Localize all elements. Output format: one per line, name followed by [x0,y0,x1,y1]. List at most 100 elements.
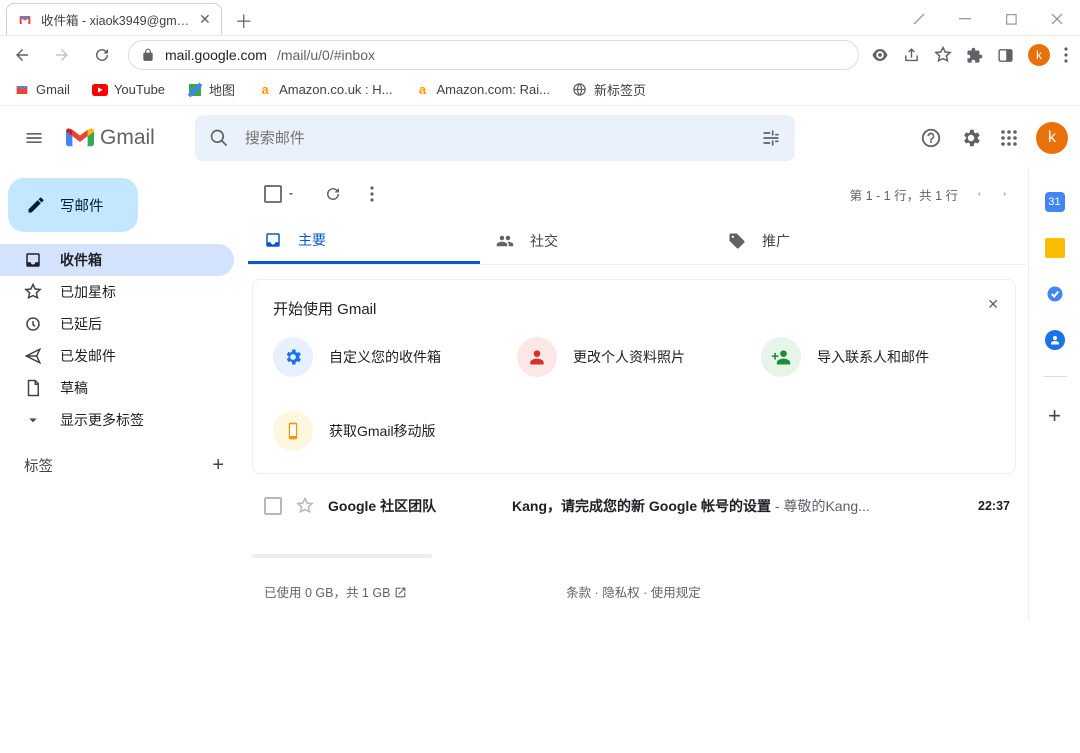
calendar-icon[interactable]: 31 [1045,192,1065,212]
add-label-button[interactable]: + [212,454,224,477]
footer: 已使用 0 GB，共 1 GB 条款 · 隐私权 · 使用规定 [248,562,1026,621]
nav-inbox[interactable]: 收件箱 [0,244,234,276]
bookmark-youtube[interactable]: YouTube [92,82,165,98]
bookmark-amazon-uk[interactable]: aAmazon.co.uk : H... [257,82,392,98]
search-options-icon[interactable] [761,128,781,148]
clock-icon [24,315,44,333]
separator [1043,376,1067,377]
gear-icon [273,337,313,377]
search-bar[interactable] [195,115,795,161]
mail-toolbar: 第 1 - 1 行，共 1 行 [248,170,1026,218]
keep-icon[interactable] [1045,238,1065,258]
welcome-card: 开始使用 Gmail ✕ 自定义您的收件箱 更改个人资料照片 导入联系人和邮件 … [252,279,1016,474]
eye-icon[interactable] [871,46,889,64]
chevron-down-icon [24,411,44,429]
bookmark-newtab[interactable]: 新标签页 [572,80,646,99]
person-icon [517,337,557,377]
kebab-menu-icon[interactable] [1064,47,1068,63]
main-menu-button[interactable] [12,116,56,160]
compose-button[interactable]: 写邮件 [8,178,138,232]
nav-drafts[interactable]: 草稿 [0,372,234,404]
refresh-button[interactable] [324,185,342,203]
tile-import-contacts[interactable]: 导入联系人和邮件 [761,337,961,377]
globe-icon [572,82,588,98]
message-time: 22:37 [978,499,1010,513]
browser-address-bar: mail.google.com/mail/u/0/#inbox k [0,36,1080,74]
inbox-icon [24,251,44,269]
url-host: mail.google.com [165,47,267,63]
maximize-icon[interactable] [988,3,1034,35]
profile-avatar[interactable]: k [1028,44,1050,66]
main-panel: 第 1 - 1 行，共 1 行 主要 社交 推广 开始使用 Gmail ✕ 自定… [248,170,1028,621]
side-panel: 31 + [1028,170,1080,621]
select-all-checkbox[interactable] [264,185,296,203]
message-checkbox[interactable] [264,497,282,515]
pencil-icon [26,195,46,215]
account-avatar[interactable]: k [1036,122,1068,154]
close-window-icon[interactable] [1034,3,1080,35]
sidebar: 写邮件 收件箱 已加星标 已延后 已发邮件 草稿 显示更多标签 标签 + [0,170,248,621]
tile-get-mobile[interactable]: 获取Gmail移动版 [273,411,473,451]
labels-heading: 标签 [24,455,53,476]
nav-sent[interactable]: 已发邮件 [0,340,234,372]
url-path: /mail/u/0/#inbox [277,47,375,63]
pagination-range: 第 1 - 1 行，共 1 行 [850,185,958,204]
youtube-icon [92,82,108,98]
tile-change-photo[interactable]: 更改个人资料照片 [517,337,717,377]
apps-grid-icon[interactable] [1000,129,1018,147]
search-input[interactable] [245,130,745,147]
help-icon[interactable] [920,127,942,149]
forward-button[interactable] [48,41,76,69]
bookmark-amazon-com[interactable]: aAmazon.com: Rai... [415,82,550,98]
url-input[interactable]: mail.google.com/mail/u/0/#inbox [128,40,859,70]
tab-close-icon[interactable]: ✕ [199,11,211,28]
amazon-icon: a [415,82,431,98]
bookmark-maps[interactable]: 地图 [187,80,235,99]
nav-starred[interactable]: 已加星标 [0,276,234,308]
tasks-icon[interactable] [1045,284,1065,304]
share-icon[interactable] [903,47,920,64]
bookmarks-bar: Gmail YouTube 地图 aAmazon.co.uk : H... aA… [0,74,1080,106]
message-sender: Google 社区团队 [328,496,498,516]
minimize-icon[interactable] [942,3,988,35]
contacts-icon[interactable] [1045,330,1065,350]
tab-promotions[interactable]: 推广 [712,218,944,264]
nav-snoozed[interactable]: 已延后 [0,308,234,340]
next-page-button[interactable] [1000,187,1010,201]
storage-text[interactable]: 已使用 0 GB，共 1 GB [264,582,407,601]
welcome-close-button[interactable]: ✕ [987,296,999,313]
gmail-logo-icon [66,127,94,149]
tab-social[interactable]: 社交 [480,218,712,264]
message-row[interactable]: Google 社区团队 Kang，请完成您的新 Google 帐号的设置 - 尊… [248,488,1026,524]
person-add-icon [761,337,801,377]
tile-customize-inbox[interactable]: 自定义您的收件箱 [273,337,473,377]
extensions-icon[interactable] [966,47,983,64]
open-in-new-icon [394,586,407,599]
browser-tab-title: 收件箱 - xiaok3949@gmail.com [41,10,191,29]
bookmark-gmail[interactable]: Gmail [14,82,70,98]
sidepanel-toggle-icon[interactable] [997,47,1014,64]
bookmark-star-icon[interactable] [934,46,952,64]
browser-tab[interactable]: 收件箱 - xiaok3949@gmail.com ✕ [6,3,222,35]
tab-primary[interactable]: 主要 [248,218,480,264]
file-icon [24,379,44,397]
add-addon-button[interactable]: + [1048,403,1061,429]
new-tab-button[interactable]: ＋ [230,7,258,35]
footer-links[interactable]: 条款 · 隐私权 · 使用规定 [415,582,852,601]
nav-more[interactable]: 显示更多标签 [0,404,234,436]
lock-icon [141,48,155,62]
send-icon [24,347,44,365]
star-icon [24,283,44,301]
star-icon[interactable] [296,497,314,515]
more-actions-icon[interactable] [370,186,374,202]
people-icon [496,232,514,250]
gmail-logo[interactable]: Gmail [66,126,155,150]
settings-gear-icon[interactable] [960,127,982,149]
restore-down-icon[interactable] [896,3,942,35]
gmail-brand-text: Gmail [100,126,155,150]
prev-page-button[interactable] [974,187,984,201]
reload-button[interactable] [88,41,116,69]
back-button[interactable] [8,41,36,69]
tag-icon [728,232,746,250]
storage-bar [252,554,432,558]
